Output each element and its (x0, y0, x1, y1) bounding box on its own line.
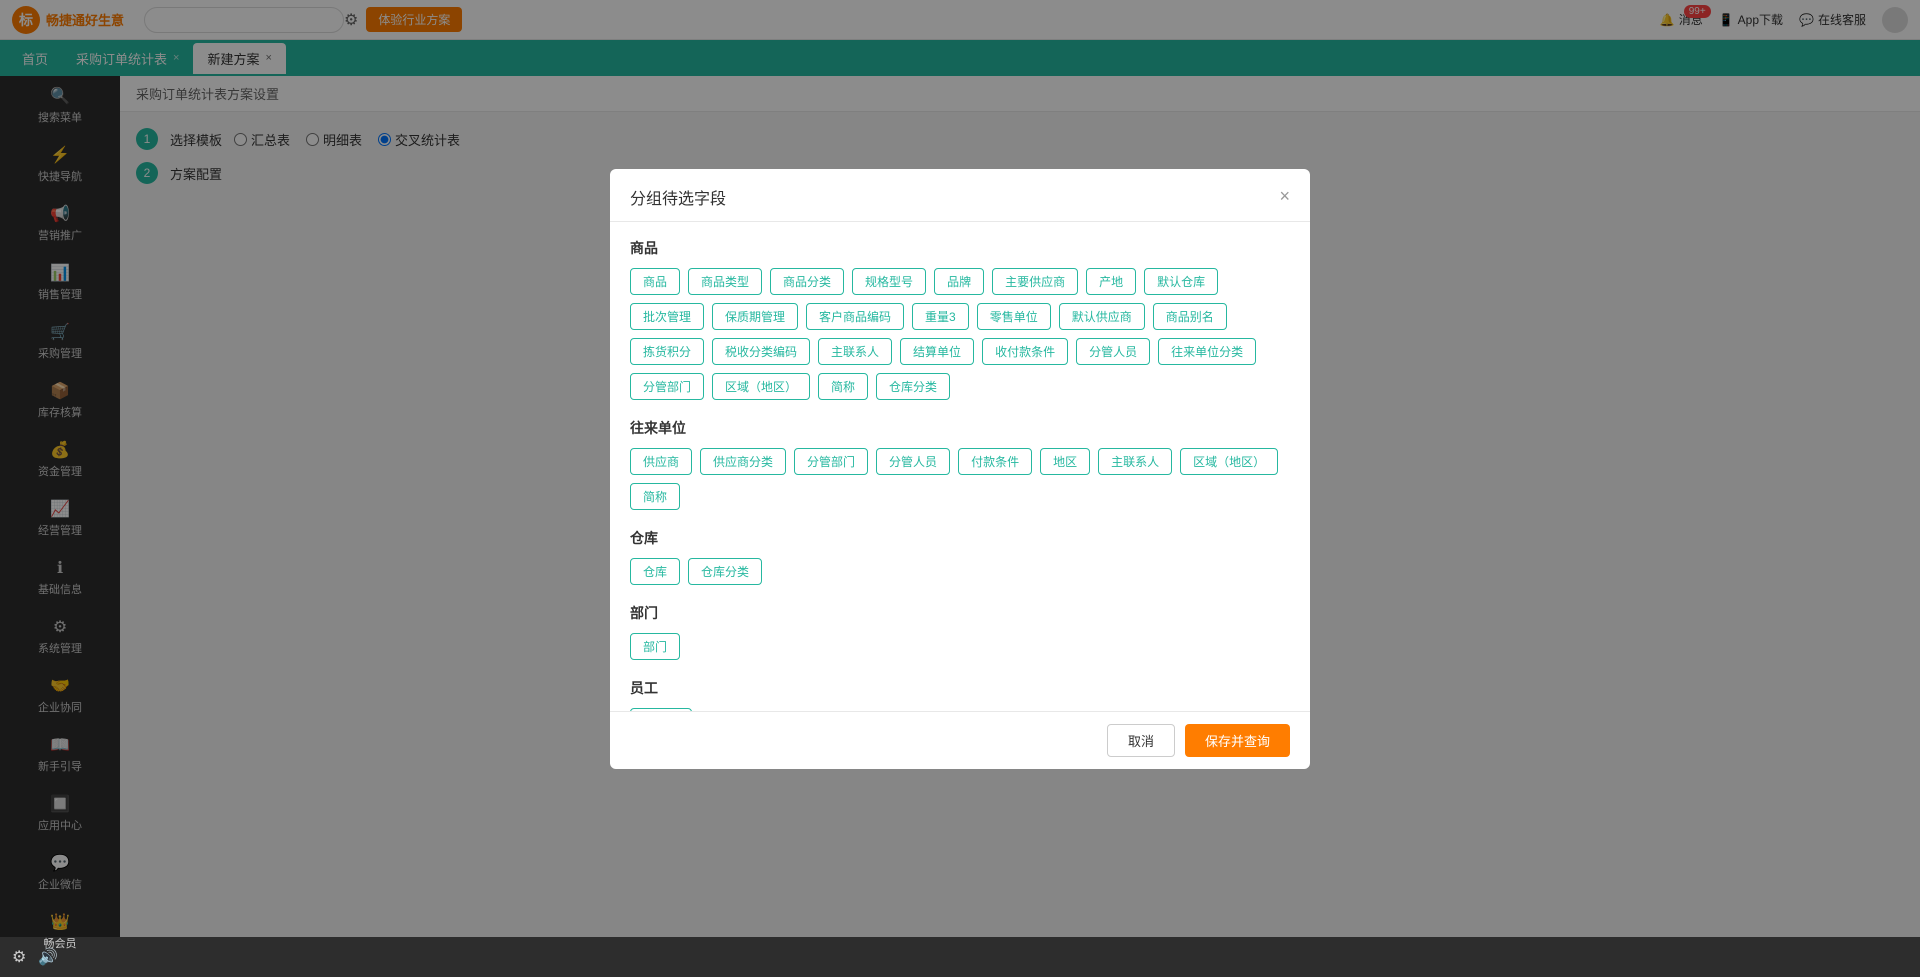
field-tag-0-22[interactable]: 分管部门 (630, 373, 704, 400)
field-tag-1-2[interactable]: 分管部门 (794, 448, 868, 475)
field-tag-3-0[interactable]: 部门 (630, 633, 680, 660)
modal-body: 商品商品商品类型商品分类规格型号品牌主要供应商产地默认仓库批次管理保质期管理客户… (610, 222, 1310, 711)
field-tag-0-0[interactable]: 商品 (630, 268, 680, 295)
field-tag-2-0[interactable]: 仓库 (630, 558, 680, 585)
field-tag-0-8[interactable]: 批次管理 (630, 303, 704, 330)
field-tag-0-23[interactable]: 区域（地区） (712, 373, 810, 400)
field-tag-1-3[interactable]: 分管人员 (876, 448, 950, 475)
modal-overlay[interactable]: 分组待选字段 × 商品商品商品类型商品分类规格型号品牌主要供应商产地默认仓库批次… (0, 0, 1920, 937)
section-title-4: 员工 (630, 678, 1290, 698)
field-tag-1-0[interactable]: 供应商 (630, 448, 692, 475)
modal: 分组待选字段 × 商品商品商品类型商品分类规格型号品牌主要供应商产地默认仓库批次… (610, 169, 1310, 769)
field-tag-1-4[interactable]: 付款条件 (958, 448, 1032, 475)
field-tag-0-17[interactable]: 主联系人 (818, 338, 892, 365)
field-tag-1-7[interactable]: 区域（地区） (1180, 448, 1278, 475)
field-tag-1-6[interactable]: 主联系人 (1098, 448, 1172, 475)
field-tags-1: 供应商供应商分类分管部门分管人员付款条件地区主联系人区域（地区） 简称 (630, 448, 1290, 510)
field-tag-1-1[interactable]: 供应商分类 (700, 448, 786, 475)
field-tag-0-10[interactable]: 客户商品编码 (806, 303, 904, 330)
field-tag-0-12[interactable]: 零售单位 (977, 303, 1051, 330)
field-section-4: 员工业务员 (630, 678, 1290, 711)
field-tag-2-1[interactable]: 仓库分类 (688, 558, 762, 585)
save-button[interactable]: 保存并查询 (1185, 724, 1290, 757)
modal-footer: 取消 保存并查询 (610, 711, 1310, 769)
field-section-3: 部门部门 (630, 603, 1290, 660)
field-tag-0-20[interactable]: 分管人员 (1076, 338, 1150, 365)
field-tag-0-15[interactable]: 拣货积分 (630, 338, 704, 365)
field-tag-0-11[interactable]: 重量3 (912, 303, 969, 330)
field-tag-0-4[interactable]: 品牌 (934, 268, 984, 295)
field-tag-0-7[interactable]: 默认仓库 (1144, 268, 1218, 295)
audio-icon[interactable]: 🔊 (38, 947, 58, 967)
field-tags-2: 仓库仓库分类 (630, 558, 1290, 585)
field-tag-0-3[interactable]: 规格型号 (852, 268, 926, 295)
field-tag-0-18[interactable]: 结算单位 (900, 338, 974, 365)
section-title-2: 仓库 (630, 528, 1290, 548)
field-section-2: 仓库仓库仓库分类 (630, 528, 1290, 585)
field-tag-0-24[interactable]: 简称 (818, 373, 868, 400)
bottom-bar: ⚙ 🔊 (0, 937, 1920, 977)
field-section-0: 商品商品商品类型商品分类规格型号品牌主要供应商产地默认仓库批次管理保质期管理客户… (630, 238, 1290, 400)
field-tag-1-8[interactable]: 简称 (630, 483, 680, 510)
field-tag-0-13[interactable]: 默认供应商 (1059, 303, 1145, 330)
field-tag-0-2[interactable]: 商品分类 (770, 268, 844, 295)
section-title-1: 往来单位 (630, 418, 1290, 438)
field-tag-0-14[interactable]: 商品别名 (1153, 303, 1227, 330)
field-tag-0-1[interactable]: 商品类型 (688, 268, 762, 295)
field-tag-0-9[interactable]: 保质期管理 (712, 303, 798, 330)
field-tag-0-6[interactable]: 产地 (1086, 268, 1136, 295)
field-tag-0-5[interactable]: 主要供应商 (992, 268, 1078, 295)
section-title-3: 部门 (630, 603, 1290, 623)
field-tags-0: 商品商品类型商品分类规格型号品牌主要供应商产地默认仓库批次管理保质期管理客户商品… (630, 268, 1290, 400)
gear-icon[interactable]: ⚙ (12, 947, 26, 967)
modal-close-btn[interactable]: × (1279, 186, 1290, 207)
field-tag-0-16[interactable]: 税收分类编码 (712, 338, 810, 365)
section-title-0: 商品 (630, 238, 1290, 258)
field-tag-1-5[interactable]: 地区 (1040, 448, 1090, 475)
field-tags-3: 部门 (630, 633, 1290, 660)
modal-header: 分组待选字段 × (610, 169, 1310, 222)
field-tag-0-25[interactable]: 仓库分类 (876, 373, 950, 400)
modal-title: 分组待选字段 (630, 185, 726, 209)
field-tag-0-19[interactable]: 收付款条件 (982, 338, 1068, 365)
cancel-button[interactable]: 取消 (1107, 724, 1175, 757)
field-section-1: 往来单位供应商供应商分类分管部门分管人员付款条件地区主联系人区域（地区） 简称 (630, 418, 1290, 510)
field-tag-0-21[interactable]: 往来单位分类 (1158, 338, 1256, 365)
